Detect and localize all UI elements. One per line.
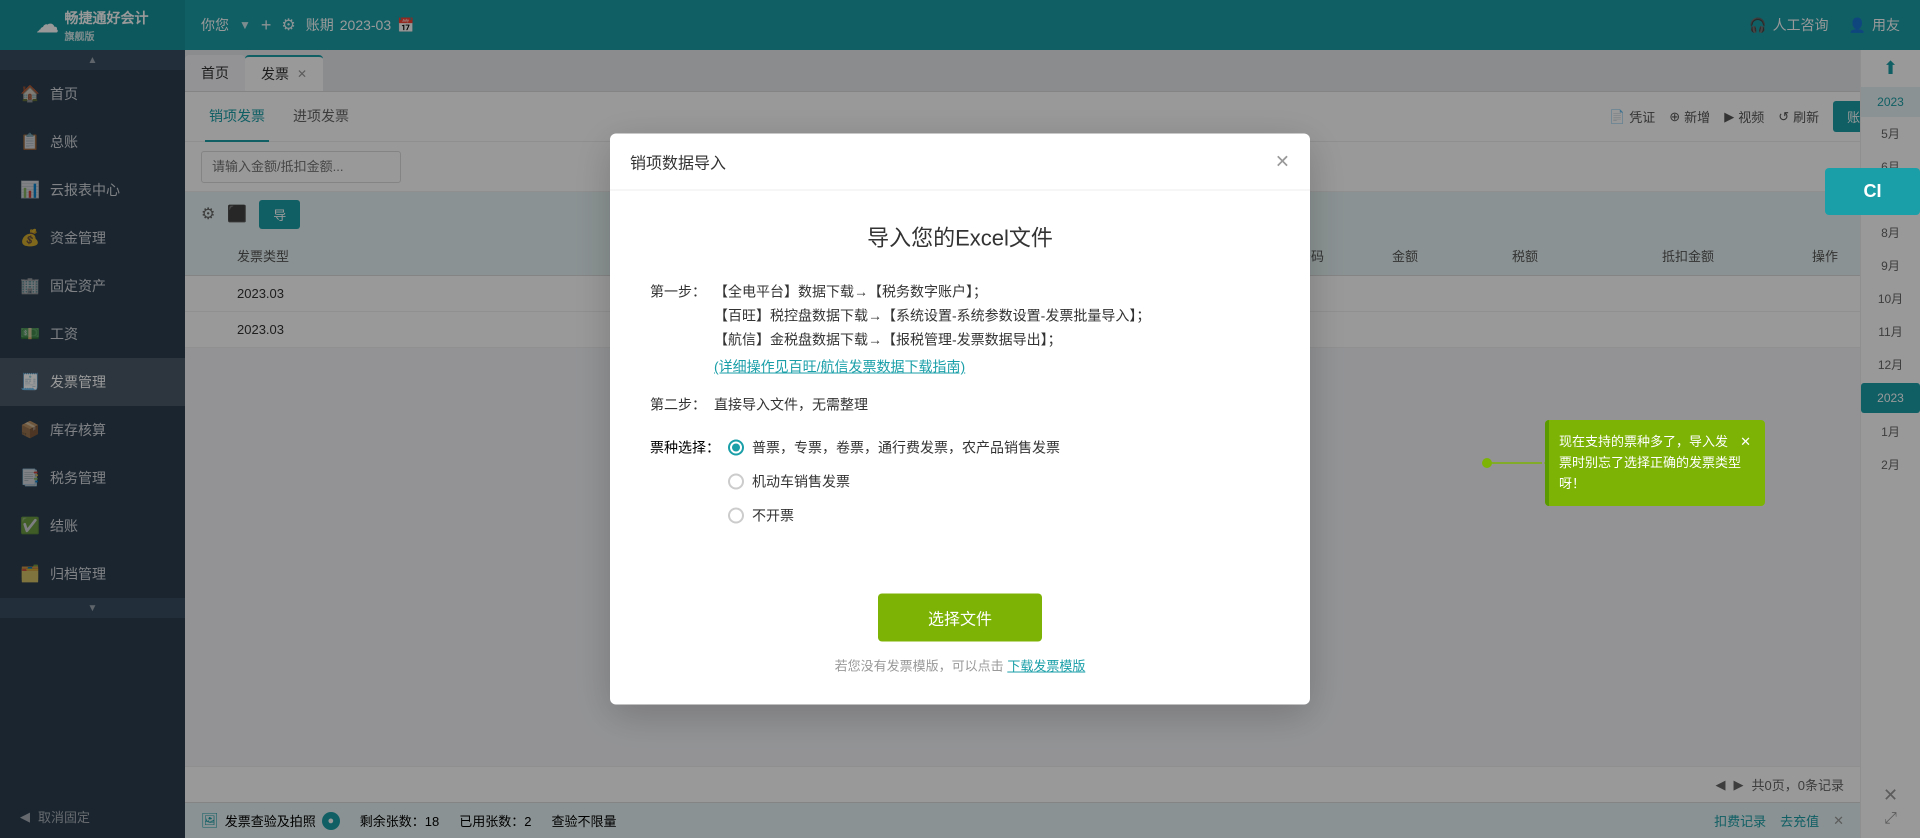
step1-line1: 【全电平台】数据下载→【税务数字账户】； (714, 281, 1270, 305)
ticket-type-row: 票种选择： 普票，专票，卷票，通行费发票，农产品销售发票 机动车销售发票 (650, 437, 1270, 539)
tooltip-area: ✕ 现在支持的票种多了，导入发票时别忘了选择正确的发票类型呀！ (1487, 420, 1765, 506)
step1-line3: 【航信】金税盘数据下载→【报税管理-发票数据导出】； (714, 328, 1270, 352)
tooltip-accent-bar (1545, 420, 1549, 506)
radio-options: 普票，专票，卷票，通行费发票，农产品销售发票 机动车销售发票 不开票 (728, 437, 1060, 539)
footer-tip: 若您没有发票模版，可以点击 下载发票模版 (835, 655, 1086, 674)
close-tooltip-icon[interactable]: ✕ (1740, 432, 1751, 453)
modal-main-title: 导入您的Excel文件 (650, 221, 1270, 253)
step1-guide-link[interactable]: (详细操作见百旺/航信发票数据下载指南) (714, 359, 965, 375)
radio-1-circle (728, 473, 744, 489)
avatar-box: CI (1825, 168, 1920, 215)
download-template-link[interactable]: 下载发票模版 (1007, 658, 1085, 673)
step1-row: 第一步： 【全电平台】数据下载→【税务数字账户】； 【百旺】税控盘数据下载→【系… (650, 281, 1270, 380)
radio-2-circle (728, 507, 744, 523)
step1-label: 第一步： (650, 281, 706, 380)
tooltip-box: ✕ 现在支持的票种多了，导入发票时别忘了选择正确的发票类型呀！ (1545, 420, 1765, 506)
modal-close-icon[interactable]: ✕ (1275, 151, 1290, 172)
footer-tip-text: 若您没有发票模版，可以点击 (835, 658, 1004, 673)
import-modal: 销项数据导入 ✕ 导入您的Excel文件 第一步： 【全电平台】数据下载→【税务… (610, 134, 1310, 705)
radio-option-0[interactable]: 普票，专票，卷票，通行费发票，农产品销售发票 (728, 437, 1060, 457)
modal-footer: 选择文件 若您没有发票模版，可以点击 下载发票模版 (610, 583, 1310, 704)
step2-content: 直接导入文件，无需整理 (714, 394, 1270, 418)
ticket-type-group: 票种选择： 普票，专票，卷票，通行费发票，农产品销售发票 机动车销售发票 (650, 437, 1270, 539)
radio-2-label: 不开票 (752, 505, 794, 525)
modal-header: 销项数据导入 ✕ (610, 134, 1310, 191)
radio-1-label: 机动车销售发票 (752, 471, 850, 491)
avatar-text: CI (1864, 181, 1882, 202)
tooltip-text: 现在支持的票种多了，导入发票时别忘了选择正确的发票类型呀！ (1559, 434, 1741, 491)
select-file-btn[interactable]: 选择文件 (878, 593, 1042, 641)
modal-title: 销项数据导入 (630, 150, 726, 174)
radio-0-dot (732, 443, 740, 451)
step2-row: 第二步： 直接导入文件，无需整理 (650, 394, 1270, 418)
ticket-label: 票种选择： (650, 437, 720, 457)
modal-body: 导入您的Excel文件 第一步： 【全电平台】数据下载→【税务数字账户】； 【百… (610, 191, 1310, 584)
step2-label: 第二步： (650, 394, 706, 418)
radio-option-1[interactable]: 机动车销售发票 (728, 471, 1060, 491)
radio-0-circle (728, 439, 744, 455)
radio-option-2[interactable]: 不开票 (728, 505, 1060, 525)
step1-line2: 【百旺】税控盘数据下载→【系统设置-系统参数设置-发票批量导入】； (714, 304, 1270, 328)
step1-content: 【全电平台】数据下载→【税务数字账户】； 【百旺】税控盘数据下载→【系统设置-系… (714, 281, 1270, 380)
radio-0-label: 普票，专票，卷票，通行费发票，农产品销售发票 (752, 437, 1060, 457)
